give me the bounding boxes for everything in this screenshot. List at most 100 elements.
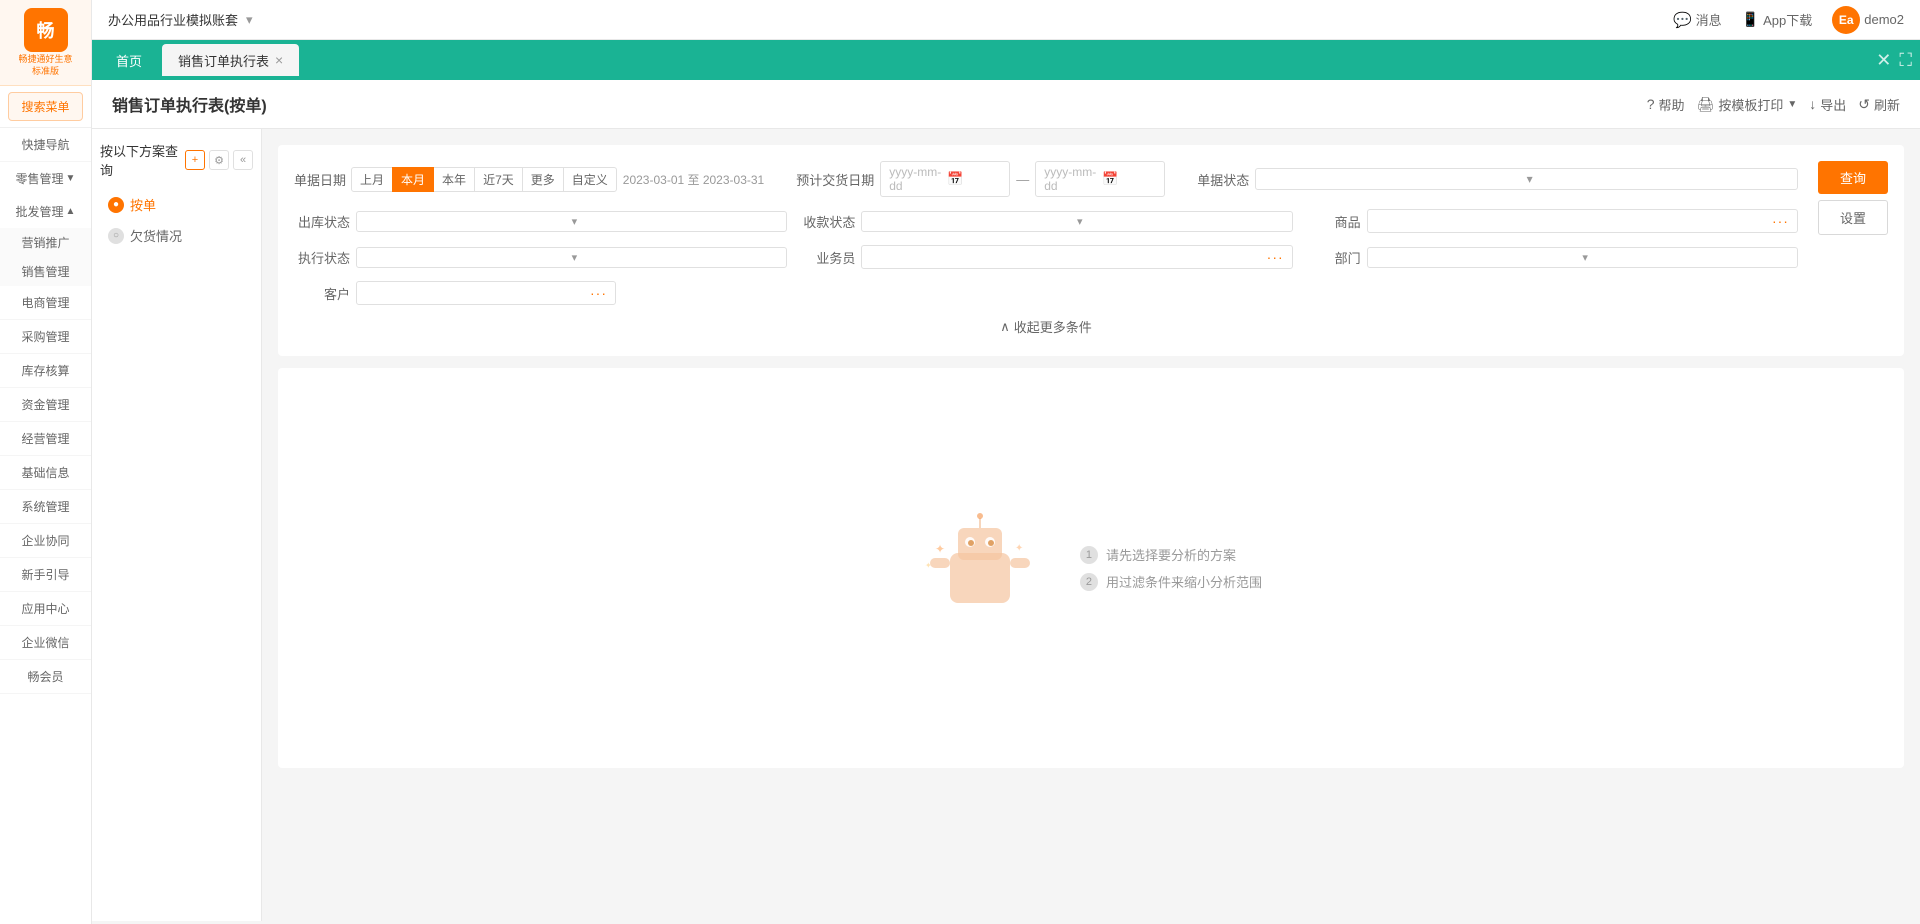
tab-home[interactable]: 首页 (100, 44, 158, 76)
topbar-arrow[interactable]: ▾ (246, 12, 253, 28)
left-panel-header: 按以下方案查询 + ⚙ « (100, 141, 253, 179)
collapse-panel-button[interactable]: « (233, 150, 253, 170)
filter-area: 单据日期 上月 本月 本年 近7天 更多 自定义 (278, 145, 1904, 356)
left-panel: 按以下方案查询 + ⚙ « ● 按单 ○ 欠货情况 (92, 129, 262, 921)
settings-button[interactable]: 设置 (1818, 200, 1888, 235)
topbar-right: 💬 消息 📱 App下载 Ea demo2 (1673, 6, 1904, 34)
sidebar-item-quick-nav[interactable]: 快捷导航 (0, 128, 91, 162)
plan-label-order: 按单 (130, 195, 156, 214)
logo-text: 畅捷通好生意 标准版 (18, 54, 72, 77)
date-tab-this-month[interactable]: 本月 (392, 167, 434, 192)
tab-close-icon[interactable]: × (275, 52, 283, 68)
export-icon: ↓ (1809, 96, 1816, 112)
collapse-row: ∧ 收起更多条件 (294, 313, 1798, 340)
expected-date-start[interactable]: yyyy-mm-dd 📅 (880, 161, 1010, 197)
plan-item-backorder[interactable]: ○ 欠货情况 (100, 220, 253, 251)
tab-sales-order-label: 销售订单执行表 (178, 51, 269, 70)
svg-text:✦: ✦ (925, 561, 932, 570)
topbar-left: 办公用品行业模拟账套 ▾ (108, 10, 253, 29)
left-panel-title: 按以下方案查询 (100, 141, 185, 179)
sidebar-item-wechat[interactable]: 企业微信 (0, 626, 91, 660)
help-label: 帮助 (1659, 95, 1685, 114)
print-arrow-icon: ▼ (1787, 99, 1797, 110)
sidebar-item-purchase[interactable]: 采购管理 (0, 320, 91, 354)
sidebar-sub-sales-mgmt[interactable]: 销售管理 (0, 257, 91, 286)
exec-status-select[interactable]: ▾ (356, 247, 787, 268)
sidebar-section-retail: 零售管理 ▼ (0, 162, 91, 195)
salesperson-select[interactable]: ··· (861, 245, 1292, 269)
refresh-button[interactable]: ↺ 刷新 (1858, 95, 1900, 114)
plan-icon-order: ● (108, 197, 124, 213)
settings-plan-button[interactable]: ⚙ (209, 150, 229, 170)
page-title: 销售订单执行表(按单) (112, 92, 267, 116)
sidebar-item-member[interactable]: 畅会员 (0, 660, 91, 694)
date-tab-custom[interactable]: 自定义 (563, 167, 617, 192)
sidebar-item-inventory[interactable]: 库存核算 (0, 354, 91, 388)
tabbar: 首页 销售订单执行表 × ✕ ⛶ (92, 40, 1920, 80)
message-button[interactable]: 💬 消息 (1673, 10, 1722, 29)
date-label: 单据日期 (294, 170, 346, 189)
sidebar-sub-marketing[interactable]: 营销推广 (0, 228, 91, 257)
expected-date-end[interactable]: yyyy-mm-dd 📅 (1035, 161, 1165, 197)
sidebar-item-wholesale-mgmt[interactable]: 批发管理 ▲ (0, 195, 91, 228)
sidebar-item-retail-mgmt[interactable]: 零售管理 ▼ (0, 162, 91, 195)
plan-label-backorder: 欠货情况 (130, 226, 182, 245)
print-button[interactable]: 🖨 按模板打印 ▼ (1697, 95, 1798, 114)
sidebar-logo: 畅 畅捷通好生意 标准版 (0, 0, 91, 86)
date-range-text: 2023-03-01 至 2023-03-31 (623, 171, 764, 188)
empty-hints: 1 请先选择要分析的方案 2 用过滤条件来缩小分析范围 (1080, 545, 1262, 591)
empty-hint-2: 2 用过滤条件来缩小分析范围 (1080, 572, 1262, 591)
add-plan-button[interactable]: + (185, 150, 205, 170)
filter-expected-date: 预计交货日期 yyyy-mm-dd 📅 — yyyy-mm-dd 📅 (796, 161, 1165, 197)
date-tab-this-year[interactable]: 本年 (433, 167, 475, 192)
doc-status-select[interactable]: ▾ (1255, 168, 1798, 190)
dept-arrow: ▾ (1582, 251, 1789, 264)
sidebar-item-enterprise[interactable]: 企业协同 (0, 524, 91, 558)
export-button[interactable]: ↓ 导出 (1809, 95, 1846, 114)
search-menu-button[interactable]: 搜索菜单 (8, 92, 83, 121)
sidebar: 畅 畅捷通好生意 标准版 搜索菜单 快捷导航 零售管理 ▼ 批发管理 ▲ 营销推… (0, 0, 92, 924)
dept-label: 部门 (1305, 248, 1361, 267)
stock-status-label: 出库状态 (294, 212, 350, 231)
topbar: 办公用品行业模拟账套 ▾ 💬 消息 📱 App下载 Ea demo2 (92, 0, 1920, 40)
refresh-icon: ↺ (1858, 96, 1870, 113)
date-tabs: 上月 本月 本年 近7天 更多 自定义 (352, 167, 617, 192)
filter-dept: 部门 ▾ (1305, 245, 1798, 269)
filter-stock-status: 出库状态 ▾ (294, 209, 787, 233)
svg-text:✦: ✦ (1015, 543, 1023, 554)
date-tab-7days[interactable]: 近7天 (474, 167, 523, 192)
logo-abbr: 畅 (37, 17, 55, 43)
tab-sales-order[interactable]: 销售订单执行表 × (162, 44, 299, 76)
main-layout: 按以下方案查询 + ⚙ « ● 按单 ○ 欠货情况 (92, 129, 1920, 921)
sidebar-item-app-center[interactable]: 应用中心 (0, 592, 91, 626)
tabbar-minimize-button[interactable]: ✕ (1876, 50, 1891, 71)
sidebar-item-finance[interactable]: 资金管理 (0, 388, 91, 422)
payment-status-select[interactable]: ▾ (861, 211, 1292, 232)
user-profile[interactable]: Ea demo2 (1832, 6, 1904, 34)
date-tab-more[interactable]: 更多 (522, 167, 564, 192)
plan-item-by-order[interactable]: ● 按单 (100, 189, 253, 220)
logo-icon: 畅 (24, 8, 68, 52)
username-label: demo2 (1864, 12, 1904, 27)
date-tab-last-month[interactable]: 上月 (351, 167, 393, 192)
doc-status-arrow: ▾ (1527, 172, 1789, 186)
content-area: 销售订单执行表(按单) ? 帮助 🖨 按模板打印 ▼ ↓ 导出 ↺ 刷新 (92, 80, 1920, 924)
sidebar-item-operations[interactable]: 经营管理 (0, 422, 91, 456)
goods-select[interactable]: ··· (1367, 209, 1798, 233)
stock-status-select[interactable]: ▾ (356, 211, 787, 232)
help-button[interactable]: ? 帮助 (1647, 95, 1685, 114)
sidebar-item-ecommerce[interactable]: 电商管理 (0, 286, 91, 320)
sidebar-item-basics[interactable]: 基础信息 (0, 456, 91, 490)
doc-status-label: 单据状态 (1197, 170, 1249, 189)
collapse-button[interactable]: ∧ 收起更多条件 (988, 313, 1104, 340)
message-icon: 💬 (1673, 11, 1692, 29)
dept-select[interactable]: ▾ (1367, 247, 1798, 268)
customer-select[interactable]: ··· (356, 281, 616, 305)
tabbar-maximize-button[interactable]: ⛶ (1899, 50, 1912, 71)
sidebar-item-newbie[interactable]: 新手引导 (0, 558, 91, 592)
app-download-button[interactable]: 📱 App下载 (1742, 10, 1813, 29)
filter-goods: 商品 ··· (1305, 209, 1798, 233)
exec-status-label: 执行状态 (294, 248, 350, 267)
query-button[interactable]: 查询 (1818, 161, 1888, 194)
sidebar-item-system[interactable]: 系统管理 (0, 490, 91, 524)
